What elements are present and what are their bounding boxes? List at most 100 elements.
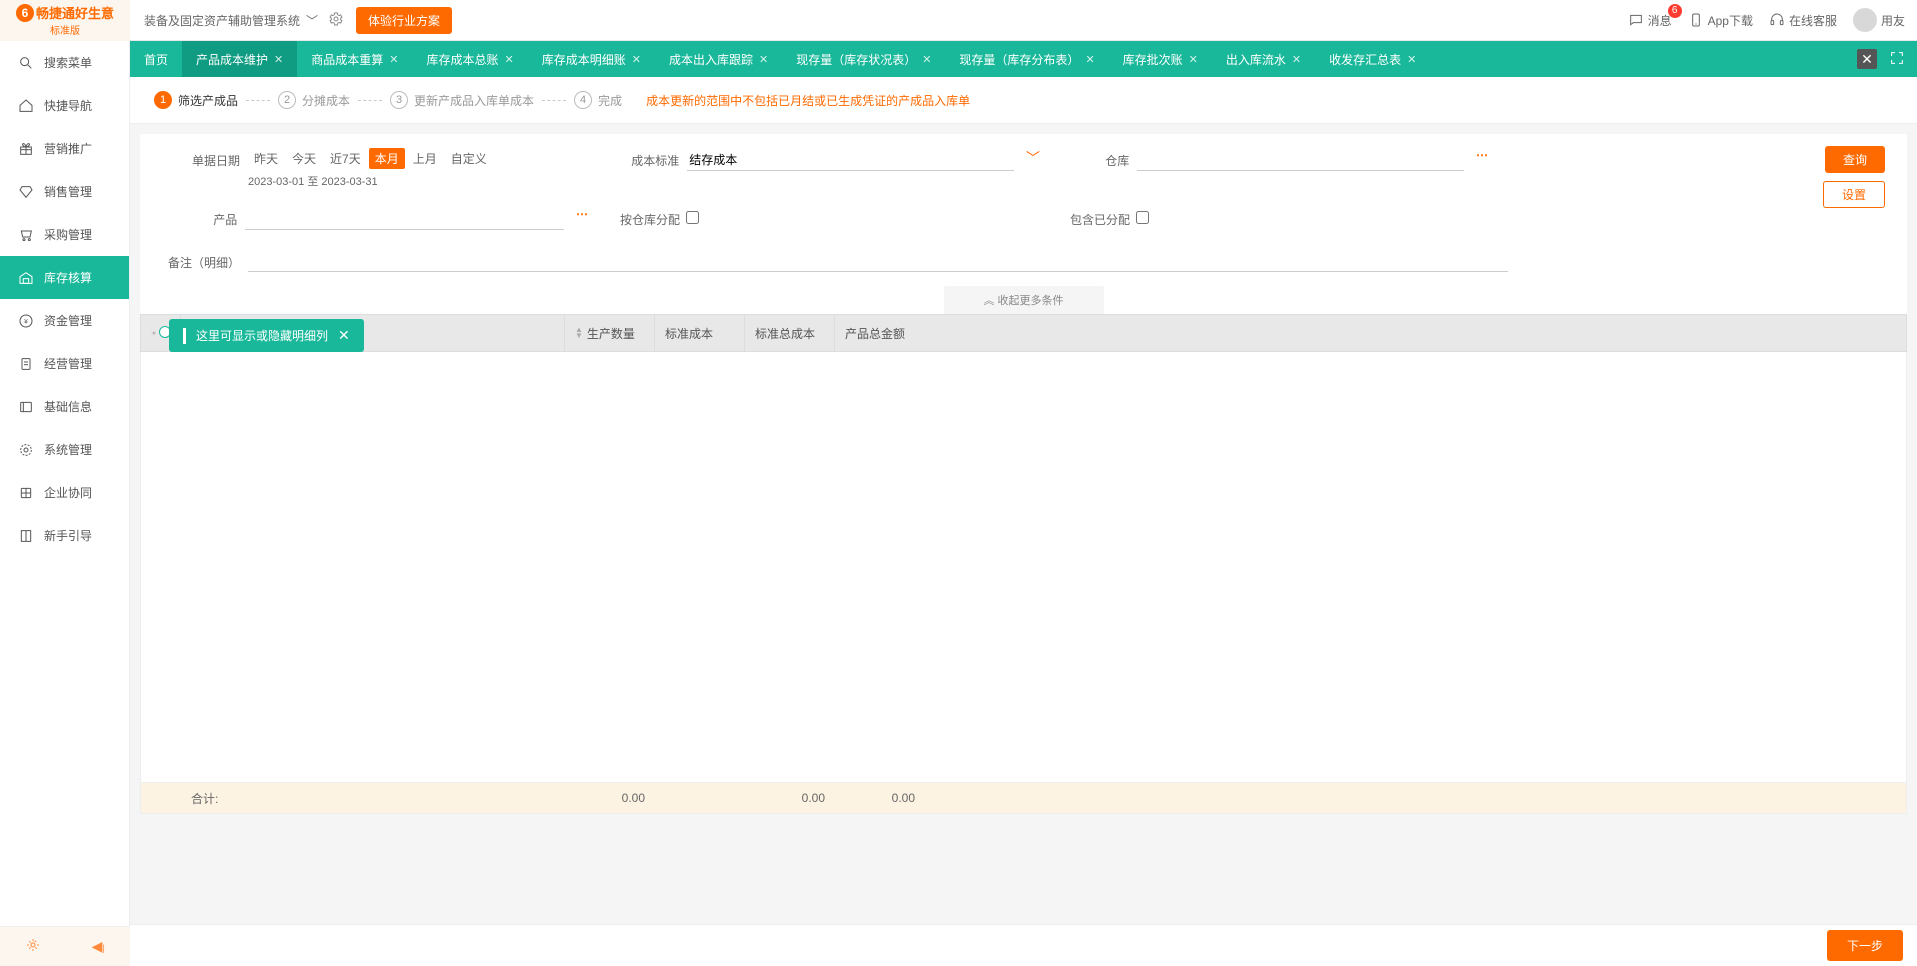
tab-stock-status[interactable]: 现存量（库存状况表）✕: [782, 41, 945, 77]
dr-7days[interactable]: 近7天: [324, 148, 367, 169]
steps-warning: 成本更新的范围中不包括已月结或已生成凭证的产成品入库单: [646, 92, 970, 109]
th-std-cost[interactable]: 标准成本: [655, 315, 745, 351]
dr-month[interactable]: 本月: [369, 148, 405, 169]
home-icon: [18, 98, 34, 114]
app-download-link[interactable]: App下载: [1688, 12, 1753, 29]
sidebar-item-inventory[interactable]: 库存核算: [0, 256, 129, 299]
th-std-total[interactable]: 标准总成本: [745, 315, 835, 351]
close-icon[interactable]: ✕: [1292, 53, 1301, 66]
logo: 6 畅捷通好生意 标准版: [0, 0, 130, 41]
fullscreen-icon[interactable]: [1885, 46, 1909, 73]
by-warehouse-checkbox[interactable]: [686, 211, 699, 224]
close-icon[interactable]: ✕: [759, 53, 768, 66]
close-icon[interactable]: ✕: [505, 53, 514, 66]
filter-include: 包含已分配: [1050, 207, 1490, 228]
step-3: 3更新产成品入库单成本: [390, 91, 534, 109]
tab-flow[interactable]: 出入库流水✕: [1212, 41, 1315, 77]
chevron-up-icon: ︽: [983, 295, 997, 307]
th-amount[interactable]: 产品总金额: [835, 315, 1906, 351]
step-4: 4完成: [574, 91, 622, 109]
filter-panel: 查询 设置 单据日期 昨天 今天 近7天 本月 上月 自定义 2023-03-0…: [140, 134, 1907, 314]
experience-button[interactable]: 体验行业方案: [356, 7, 452, 34]
dr-today[interactable]: 今天: [286, 148, 322, 169]
gear-icon[interactable]: [328, 11, 344, 30]
sidebar-item-funds[interactable]: ¥资金管理: [0, 299, 129, 342]
tab-cost-maintain[interactable]: 产品成本维护✕: [182, 41, 297, 77]
close-icon[interactable]: ✕: [1085, 53, 1094, 66]
sidebar-item-marketing[interactable]: 营销推广: [0, 127, 129, 170]
sidebar-bottom: ◀|: [0, 926, 130, 966]
dr-yesterday[interactable]: 昨天: [248, 148, 284, 169]
tab-inv-detail[interactable]: 库存成本明细账✕: [528, 41, 655, 77]
close-icon[interactable]: ✕: [338, 327, 350, 344]
sidebar-item-system[interactable]: 系统管理: [0, 428, 129, 471]
close-icon[interactable]: ✕: [274, 53, 283, 66]
filter-cost-std: 成本标准 ﹀: [600, 148, 1040, 171]
remark-input[interactable]: [248, 248, 1508, 272]
tab-cost-recalc[interactable]: 商品成本重算✕: [297, 41, 412, 77]
tab-cost-track[interactable]: 成本出入库跟踪✕: [655, 41, 782, 77]
filter-warehouse: 仓库 ⋯: [1050, 148, 1490, 171]
date-range-text: 2023-03-01 至 2023-03-31: [248, 173, 493, 189]
system-selector[interactable]: 装备及固定资产辅助管理系统 ﹀: [144, 12, 318, 29]
tabs-bar: 首页 产品成本维护✕ 商品成本重算✕ 库存成本总账✕ 库存成本明细账✕ 成本出入…: [130, 41, 1917, 77]
footer-amount: 0.00: [835, 791, 925, 805]
sidebar-item-business[interactable]: 经营管理: [0, 342, 129, 385]
close-icon[interactable]: ✕: [922, 53, 931, 66]
chat-icon: [1628, 12, 1644, 28]
messages-link[interactable]: 消息 6: [1628, 12, 1672, 29]
sidebar-item-purchase[interactable]: 采购管理: [0, 213, 129, 256]
tab-home[interactable]: 首页: [130, 41, 182, 77]
more-icon[interactable]: ⋯: [576, 207, 590, 221]
steps-bar: 1筛选产成品 2分摊成本 3更新产成品入库单成本 4完成 成本更新的范围中不包括…: [130, 77, 1917, 124]
close-icon[interactable]: ✕: [1407, 53, 1416, 66]
tab-stock-dist[interactable]: 现存量（库存分布表）✕: [945, 41, 1108, 77]
close-icon[interactable]: ✕: [1189, 53, 1198, 66]
column-tip: 这里可显示或隐藏明细列 ✕: [169, 319, 364, 352]
logo-icon: 6: [16, 4, 34, 22]
collapse-sidebar-icon[interactable]: ◀|: [92, 938, 105, 955]
table-footer: 合计: 0.00 0.00 0.00: [140, 782, 1907, 814]
tab-summary[interactable]: 收发存汇总表✕: [1315, 41, 1430, 77]
footer-total-label: 合计:: [181, 790, 565, 807]
sidebar-item-collab[interactable]: 企业协同: [0, 471, 129, 514]
logo-edition: 标准版: [50, 22, 80, 37]
query-button[interactable]: 查询: [1825, 146, 1885, 173]
sidebar-item-guide[interactable]: 新手引导: [0, 514, 129, 557]
chevron-down-icon[interactable]: ﹀: [1026, 148, 1040, 168]
avatar: [1853, 8, 1877, 32]
sidebar-item-basic[interactable]: 基础信息: [0, 385, 129, 428]
money-icon: ¥: [18, 313, 34, 329]
column-settings-button[interactable]: 这里可显示或隐藏明细列 ✕: [141, 315, 181, 351]
user-menu[interactable]: 用友: [1853, 8, 1905, 32]
tab-inv-ledger[interactable]: 库存成本总账✕: [412, 41, 527, 77]
sidebar-item-search[interactable]: 搜索菜单: [0, 41, 129, 84]
sidebar-item-nav[interactable]: 快捷导航: [0, 84, 129, 127]
include-assigned-checkbox[interactable]: [1136, 211, 1149, 224]
filter-remark: 备注（明细）: [160, 248, 1887, 272]
system-name: 装备及固定资产辅助管理系统: [144, 12, 300, 29]
dr-lastmonth[interactable]: 上月: [407, 148, 443, 169]
th-qty[interactable]: ▲▼生产数量: [565, 315, 655, 351]
header-right: 消息 6 App下载 在线客服 用友: [1628, 8, 1905, 32]
customer-service-link[interactable]: 在线客服: [1769, 12, 1837, 29]
close-all-tabs-icon[interactable]: ✕: [1857, 49, 1877, 69]
collapse-filters[interactable]: ︽ 收起更多条件: [944, 286, 1104, 314]
more-icon[interactable]: ⋯: [1476, 148, 1490, 162]
sidebar-item-sales[interactable]: 销售管理: [0, 170, 129, 213]
settings-button[interactable]: 设置: [1823, 181, 1885, 208]
tab-batch[interactable]: 库存批次账✕: [1109, 41, 1212, 77]
cart-icon: [18, 227, 34, 243]
logo-text: 6 畅捷通好生意: [16, 3, 114, 22]
cost-std-input[interactable]: [687, 148, 1014, 171]
dr-custom[interactable]: 自定义: [445, 148, 493, 169]
footer-std-total: 0.00: [745, 791, 835, 805]
book-icon: [18, 528, 34, 544]
product-input[interactable]: [245, 207, 564, 230]
close-icon[interactable]: ✕: [389, 53, 398, 66]
warehouse-icon: [18, 270, 34, 286]
warehouse-input[interactable]: [1137, 148, 1464, 171]
close-icon[interactable]: ✕: [632, 53, 641, 66]
next-step-button[interactable]: 下一步: [1827, 930, 1903, 961]
settings-icon[interactable]: [25, 937, 41, 956]
